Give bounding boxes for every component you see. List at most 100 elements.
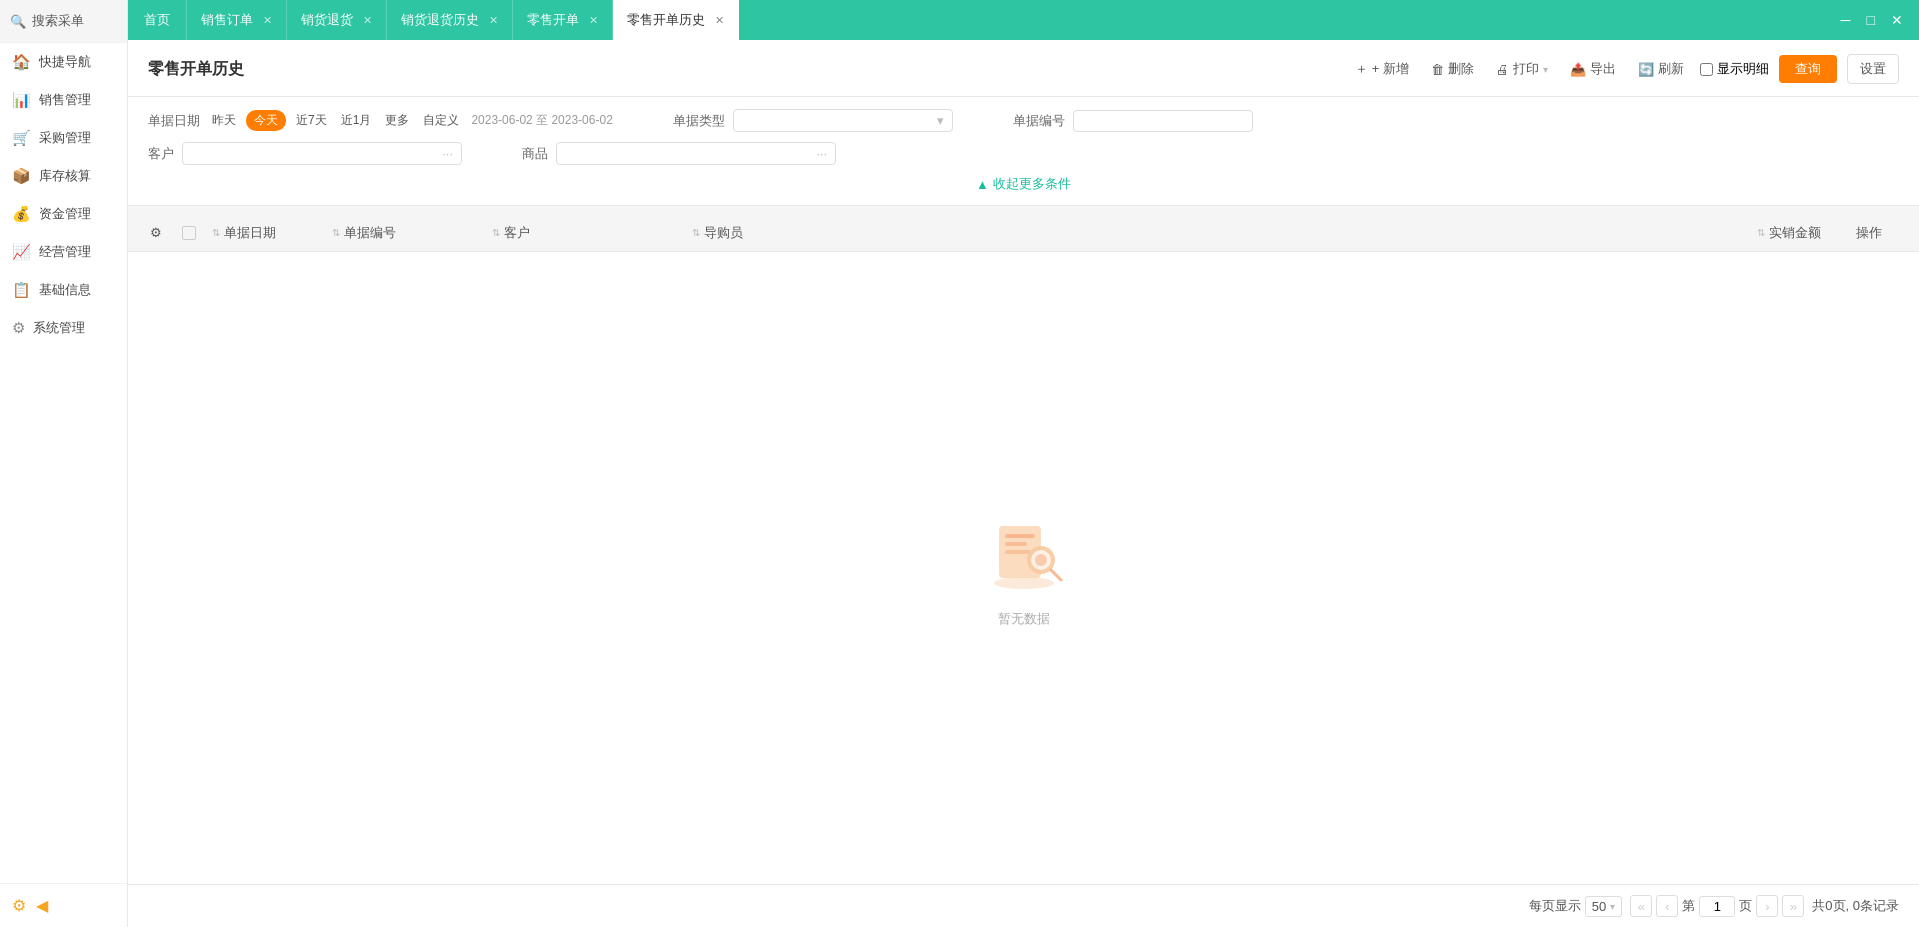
sidebar-item-label: 基础信息 [39, 281, 91, 299]
doc-num-label: 单据编号 [1013, 112, 1065, 130]
add-icon: ＋ [1355, 60, 1368, 78]
sidebar-item-basic-info[interactable]: 📋 基础信息 [0, 271, 127, 309]
refresh-label: 刷新 [1658, 60, 1684, 78]
goods-label: 商品 [522, 145, 548, 163]
sidebar-item-label: 库存核算 [39, 167, 91, 185]
query-button[interactable]: 查询 [1779, 55, 1837, 83]
box-icon: 📦 [12, 167, 31, 185]
page-unit-label: 页 [1739, 897, 1752, 915]
tab-sales-return-history[interactable]: 销货退货历史 ✕ [387, 0, 513, 40]
delete-button[interactable]: 🗑 删除 [1425, 56, 1480, 82]
tab-retail-history-label: 零售开单历史 [627, 11, 705, 29]
goods-dots-icon[interactable]: ··· [816, 146, 827, 161]
tab-retail-history-close[interactable]: ✕ [715, 14, 724, 27]
sidebar-item-purchase-mgmt[interactable]: 🛒 采购管理 [0, 119, 127, 157]
tab-sales-order[interactable]: 销售订单 ✕ [187, 0, 287, 40]
date-1month[interactable]: 近1月 [337, 110, 376, 131]
tab-sales-return-close[interactable]: ✕ [363, 14, 372, 27]
export-icon: 📤 [1570, 62, 1586, 77]
sidebar-item-quick-nav[interactable]: 🏠 快捷导航 [0, 43, 127, 81]
tab-retail-open[interactable]: 零售开单 ✕ [513, 0, 613, 40]
tab-retail-open-close[interactable]: ✕ [589, 14, 598, 27]
window-minimize-btn[interactable]: ─ [1835, 12, 1857, 28]
display-detail-wrap: 显示明细 [1700, 60, 1769, 78]
table-settings-icon[interactable]: ⚙ [150, 225, 162, 240]
tab-sales-return-history-close[interactable]: ✕ [489, 14, 498, 27]
date-custom[interactable]: 自定义 [419, 110, 463, 131]
select-all-checkbox[interactable] [182, 226, 196, 240]
sidebar-item-sys-mgmt[interactable]: ⚙ 系统管理 [0, 309, 127, 347]
sidebar-item-inventory[interactable]: 📦 库存核算 [0, 157, 127, 195]
settings-button[interactable]: 设置 [1847, 54, 1899, 84]
print-button[interactable]: 🖨 打印 ▾ [1490, 56, 1554, 82]
page-number-input[interactable] [1699, 896, 1735, 917]
date-7days[interactable]: 近7天 [292, 110, 331, 131]
window-close-btn[interactable]: ✕ [1885, 12, 1909, 28]
search-icon: 🔍 [10, 14, 26, 29]
tab-sales-return-label: 销货退货 [301, 11, 353, 29]
page-size-value: 50 [1592, 899, 1606, 914]
display-detail-checkbox[interactable] [1700, 63, 1713, 76]
page-first-icon: « [1638, 899, 1645, 914]
th-settings[interactable]: ⚙ [138, 225, 174, 240]
export-label: 导出 [1590, 60, 1616, 78]
goods-filter: 商品 ··· [522, 142, 836, 165]
per-page-label: 每页显示 [1529, 897, 1581, 915]
th-op-label: 操作 [1856, 224, 1882, 242]
th-num-label: 单据编号 [344, 224, 396, 242]
th-checkbox[interactable] [174, 226, 204, 240]
th-client[interactable]: ⇅ 客户 [484, 224, 684, 242]
delete-icon: 🗑 [1431, 62, 1444, 77]
page-title: 零售开单历史 [148, 59, 244, 92]
goods-input[interactable]: ··· [556, 142, 836, 165]
doc-num-input[interactable] [1073, 110, 1253, 132]
th-amount[interactable]: ⇅ 实销金额 [1709, 224, 1829, 242]
th-client-label: 客户 [504, 224, 530, 242]
page-size-dropdown[interactable]: 50 ▾ [1585, 896, 1622, 917]
customer-label: 客户 [148, 145, 174, 163]
page-prev-icon: ‹ [1665, 899, 1669, 914]
sidebar-item-finance[interactable]: 💰 资金管理 [0, 195, 127, 233]
cart-icon: 🛒 [12, 129, 31, 147]
page-last-btn[interactable]: » [1782, 895, 1804, 917]
table-wrap: ⚙ ⇅ 单据日期 ⇅ 单据编号 ⇅ 客户 ⇅ [128, 214, 1919, 884]
tab-sales-order-close[interactable]: ✕ [263, 14, 272, 27]
page-next-icon: › [1765, 899, 1769, 914]
th-guide[interactable]: ⇅ 导购员 [684, 224, 804, 242]
th-date[interactable]: ⇅ 单据日期 [204, 224, 324, 242]
sidebar-item-ops-mgmt[interactable]: 📈 经营管理 [0, 233, 127, 271]
customer-dots-icon[interactable]: ··· [442, 146, 453, 161]
ops-icon: 📈 [12, 243, 31, 261]
empty-text: 暂无数据 [998, 610, 1050, 628]
date-more[interactable]: 更多 [381, 110, 413, 131]
doc-type-select[interactable]: ▾ [733, 109, 953, 132]
date-today[interactable]: 今天 [246, 110, 286, 131]
settings-bottom-icon[interactable]: ⚙ [12, 896, 26, 915]
sort-icon-num: ⇅ [332, 227, 340, 238]
goods-input-field[interactable] [565, 147, 812, 161]
doc-num-input-field[interactable] [1082, 114, 1244, 128]
page-next-btn[interactable]: › [1756, 895, 1778, 917]
sidebar-search[interactable]: 🔍 搜索采单 [0, 0, 127, 43]
filter-row-2: 客户 ··· 商品 ··· [148, 142, 1899, 165]
window-controls: ─ □ ✕ [1825, 12, 1919, 28]
window-maximize-btn[interactable]: □ [1861, 12, 1881, 28]
sidebar-item-sales-mgmt[interactable]: 📊 销售管理 [0, 81, 127, 119]
add-button[interactable]: ＋ + 新增 [1349, 56, 1415, 82]
filter-collapse-btn[interactable]: ▲ 收起更多条件 [148, 175, 1899, 193]
tab-sales-return[interactable]: 销货退货 ✕ [287, 0, 387, 40]
empty-icon [979, 508, 1069, 598]
tab-home[interactable]: 首页 [128, 0, 187, 40]
date-yesterday[interactable]: 昨天 [208, 110, 240, 131]
customer-input-field[interactable] [191, 147, 438, 161]
doc-icon: 📋 [12, 281, 31, 299]
refresh-button[interactable]: 🔄 刷新 [1632, 56, 1690, 82]
tab-retail-history[interactable]: 零售开单历史 ✕ [613, 0, 739, 40]
page-first-btn[interactable]: « [1630, 895, 1652, 917]
page-prev-btn[interactable]: ‹ [1656, 895, 1678, 917]
th-num[interactable]: ⇅ 单据编号 [324, 224, 484, 242]
customer-input[interactable]: ··· [182, 142, 462, 165]
doc-type-label: 单据类型 [673, 112, 725, 130]
collapse-sidebar-icon[interactable]: ◀ [36, 896, 48, 915]
export-button[interactable]: 📤 导出 [1564, 56, 1622, 82]
